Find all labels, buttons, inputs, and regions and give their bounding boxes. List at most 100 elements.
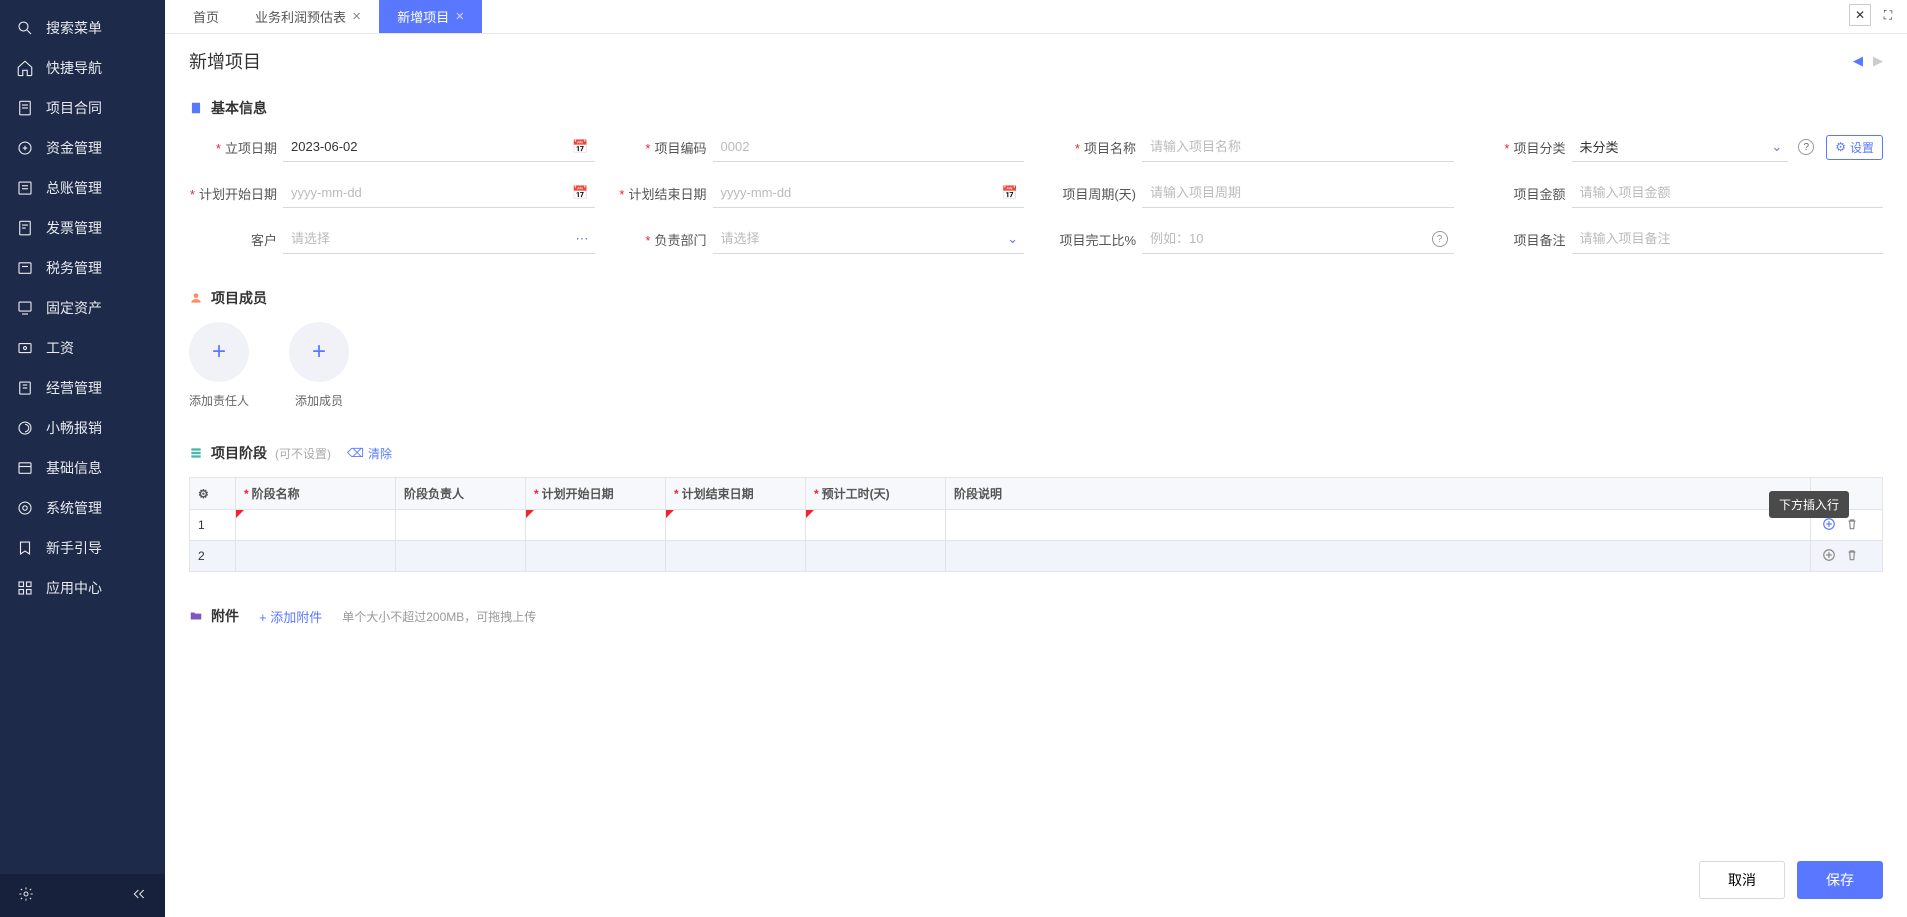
sidebar-item-asset[interactable]: 固定资产 [0, 288, 165, 328]
cell-stage-name[interactable] [236, 510, 396, 541]
cell-owner[interactable] [396, 510, 526, 541]
sidebar-label: 搜索菜单 [46, 18, 102, 38]
sidebar-label: 小畅报销 [46, 418, 102, 438]
add-member-button[interactable]: + 添加成员 [289, 322, 349, 409]
tooltip-insert-below: 下方插入行 [1769, 491, 1849, 518]
cancel-button[interactable]: 取消 [1699, 861, 1785, 899]
label-amount: 项目金额 [1478, 184, 1566, 203]
sidebar-item-expense[interactable]: 小畅报销 [0, 408, 165, 448]
cell-hours[interactable] [806, 510, 946, 541]
next-arrow-icon[interactable]: ▶ [1873, 53, 1883, 69]
collapse-icon[interactable] [131, 886, 147, 905]
th-settings[interactable]: ⚙ [190, 478, 236, 510]
calendar-icon[interactable]: 📅 [572, 185, 588, 201]
help-icon[interactable]: ? [1798, 139, 1814, 155]
section-title: 基本信息 [211, 98, 267, 118]
prev-arrow-icon[interactable]: ◀ [1853, 53, 1863, 69]
cell-desc[interactable] [946, 541, 1811, 572]
add-attachment-button[interactable]: + 添加附件 [259, 607, 322, 626]
sidebar-item-salary[interactable]: 工资 [0, 328, 165, 368]
cell-end[interactable] [666, 510, 806, 541]
chevron-down-icon[interactable]: ⌄ [1007, 231, 1018, 247]
chevron-down-icon[interactable]: ⌄ [1771, 139, 1782, 155]
cell-start[interactable] [526, 541, 666, 572]
plus-icon: + [289, 322, 349, 382]
plus-icon: + [189, 322, 249, 382]
delete-row-button[interactable] [1844, 516, 1860, 532]
category-setting-button[interactable]: ⚙ 设置 [1826, 135, 1883, 160]
cell-desc[interactable] [946, 510, 1811, 541]
sidebar-item-apps[interactable]: 应用中心 [0, 568, 165, 608]
note-icon [189, 101, 203, 115]
sidebar-item-quick-nav[interactable]: 快捷导航 [0, 48, 165, 88]
gear-icon: ⚙ [198, 487, 209, 501]
name-input[interactable] [1142, 132, 1454, 162]
th-stage-name: 阶段名称 [236, 478, 396, 510]
tab-new-project[interactable]: 新增项目 ✕ [379, 0, 482, 33]
gear-icon: ⚙ [1835, 140, 1846, 154]
sidebar-item-business[interactable]: 经营管理 [0, 368, 165, 408]
close-panel-button[interactable]: ✕ [1849, 4, 1871, 26]
cell-stage-name[interactable] [236, 541, 396, 572]
sidebar-item-ledger[interactable]: 总账管理 [0, 168, 165, 208]
label-code: 项目编码 [619, 138, 707, 157]
sidebar-item-contract[interactable]: 项目合同 [0, 88, 165, 128]
cell-hours[interactable] [806, 541, 946, 572]
table-row[interactable]: 2 [190, 541, 1883, 572]
close-icon[interactable]: ✕ [352, 10, 361, 23]
sidebar-item-tax[interactable]: 税务管理 [0, 248, 165, 288]
tab-profit-estimate[interactable]: 业务利润预估表 ✕ [237, 0, 379, 33]
sidebar-footer [0, 874, 165, 917]
sidebar-item-invoice[interactable]: 发票管理 [0, 208, 165, 248]
cell-end[interactable] [666, 541, 806, 572]
amount-input[interactable] [1572, 178, 1884, 208]
est-date-input[interactable] [283, 132, 595, 162]
label-est-date: 立项日期 [189, 138, 277, 157]
info-icon [16, 459, 34, 477]
label-cycle: 项目周期(天) [1048, 184, 1136, 203]
sidebar-label: 税务管理 [46, 258, 102, 278]
sidebar-item-guide[interactable]: 新手引导 [0, 528, 165, 568]
category-select[interactable] [1572, 132, 1789, 162]
save-button[interactable]: 保存 [1797, 861, 1883, 899]
sidebar-item-search[interactable]: 搜索菜单 [0, 8, 165, 48]
th-hours: 预计工时(天) [806, 478, 946, 510]
help-icon[interactable]: ? [1432, 231, 1448, 247]
gear-icon[interactable] [18, 886, 34, 905]
sidebar-item-info[interactable]: 基础信息 [0, 448, 165, 488]
sidebar-item-system[interactable]: 系统管理 [0, 488, 165, 528]
cell-owner[interactable] [396, 541, 526, 572]
more-icon[interactable]: ⋯ [576, 231, 589, 247]
label-customer: 客户 [189, 230, 277, 249]
plan-start-input[interactable] [283, 178, 595, 208]
document-icon [16, 99, 34, 117]
insert-row-button[interactable] [1821, 516, 1837, 532]
fullscreen-icon[interactable]: ⛶ [1877, 4, 1899, 26]
add-owner-button[interactable]: + 添加责任人 [189, 322, 249, 409]
completion-input[interactable] [1142, 224, 1454, 254]
label-completion: 项目完工比% [1048, 230, 1136, 249]
sidebar-label: 快捷导航 [46, 58, 102, 78]
cell-start[interactable] [526, 510, 666, 541]
cycle-input[interactable] [1142, 178, 1454, 208]
content-scroll[interactable]: 基本信息 立项日期 📅 项目编码 [165, 84, 1907, 917]
remark-input[interactable] [1572, 224, 1884, 254]
clear-stages-button[interactable]: ⌫ 清除 [347, 445, 392, 462]
calendar-icon[interactable]: 📅 [1002, 185, 1018, 201]
sidebar-item-funds[interactable]: 资金管理 [0, 128, 165, 168]
tab-home[interactable]: 首页 [175, 0, 237, 33]
customer-select[interactable] [283, 224, 595, 254]
close-icon[interactable]: ✕ [455, 10, 464, 23]
table-row[interactable]: 1 [190, 510, 1883, 541]
section-subtitle: (可不设置) [275, 445, 331, 462]
calendar-icon[interactable]: 📅 [572, 139, 588, 155]
sidebar-label: 新手引导 [46, 538, 102, 558]
code-input[interactable] [713, 132, 1025, 162]
plan-end-input[interactable] [713, 178, 1025, 208]
dept-select[interactable] [713, 224, 1025, 254]
insert-row-button[interactable] [1821, 547, 1837, 563]
th-desc: 阶段说明 [946, 478, 1811, 510]
system-icon [16, 499, 34, 517]
delete-row-button[interactable] [1844, 547, 1860, 563]
stage-icon [189, 446, 203, 460]
